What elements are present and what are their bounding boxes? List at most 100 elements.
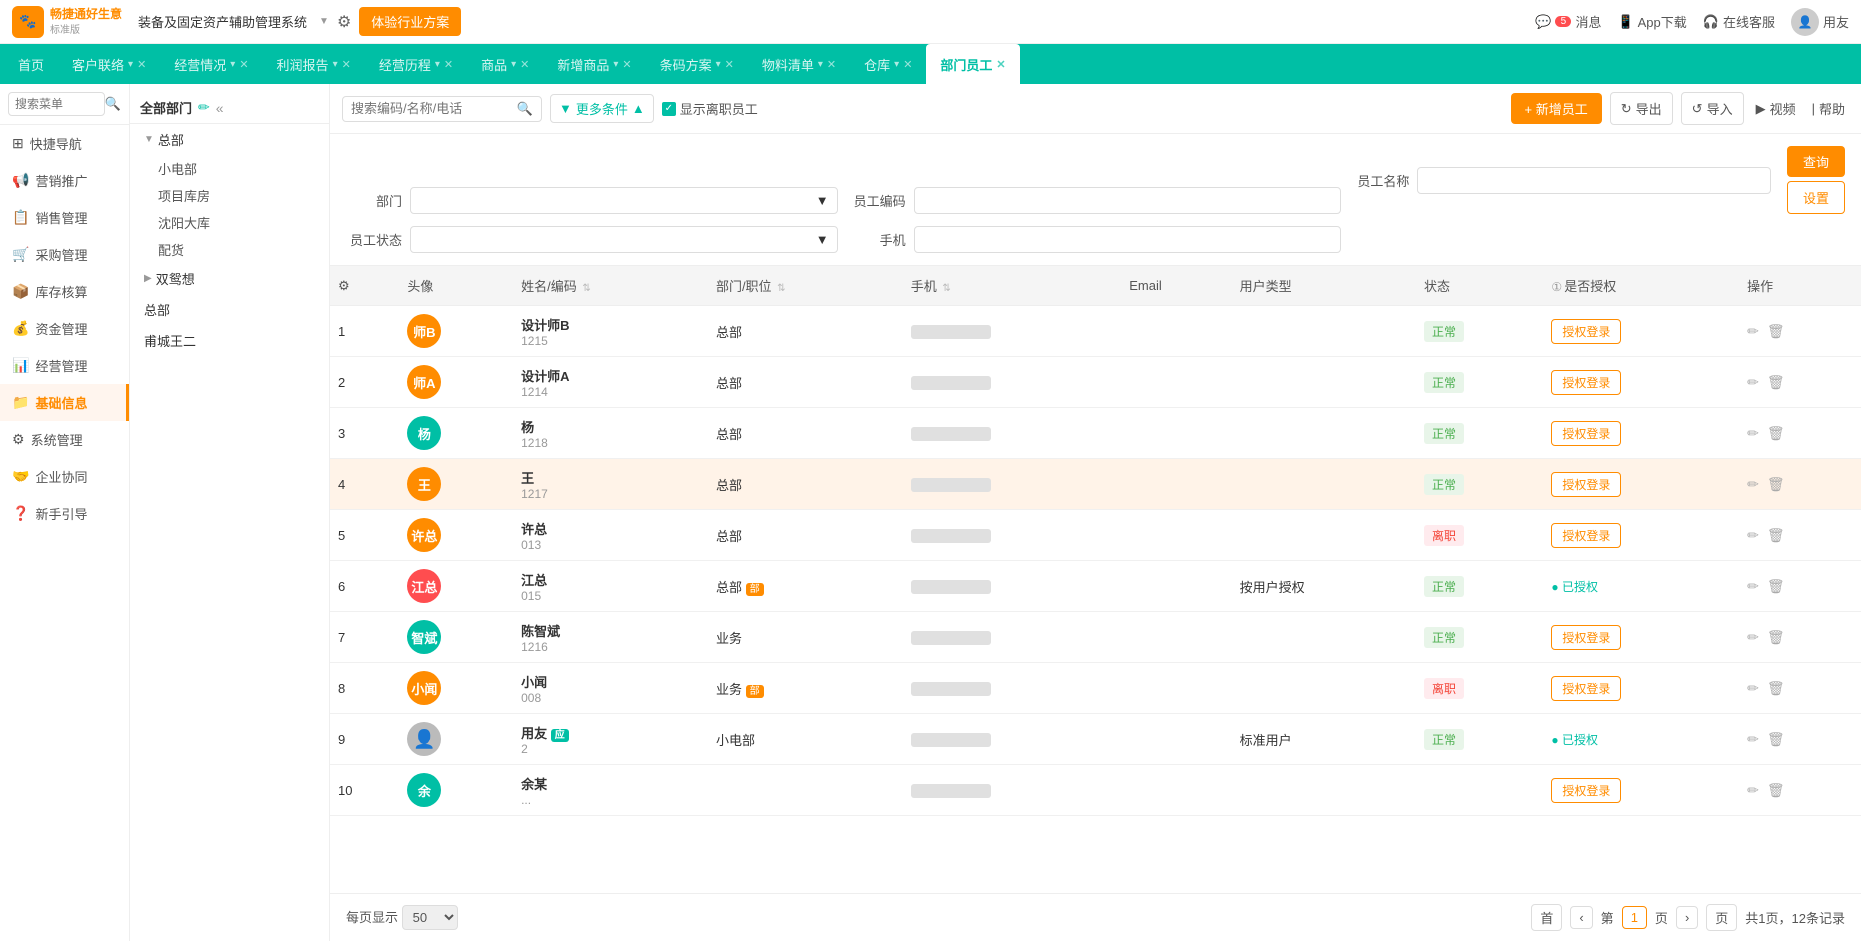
app-download-area[interactable]: 📱 App下载 (1617, 12, 1686, 31)
experience-btn[interactable]: 体验行业方案 (359, 7, 461, 36)
auth-button[interactable]: 授权登录 (1551, 625, 1621, 650)
system-dropdown-arrow[interactable]: ▼ (319, 16, 329, 27)
tab-history[interactable]: 经营历程 ▾ ✕ (365, 44, 467, 84)
dept-child-peihuo[interactable]: 配货 (130, 236, 329, 263)
tab-profit-close[interactable]: ✕ (342, 58, 351, 71)
edit-icon[interactable]: ✏ (1747, 374, 1759, 391)
edit-icon[interactable]: ✏ (1747, 578, 1759, 595)
sidebar-item-inventory[interactable]: 📦 库存核算 (0, 273, 129, 310)
delete-icon[interactable]: 🗑 (1767, 374, 1785, 391)
sidebar-item-collab[interactable]: 🤝 企业协同 (0, 458, 129, 495)
emp-code-input[interactable] (914, 187, 1342, 214)
tab-goods[interactable]: 商品 ▾ ✕ (467, 44, 543, 84)
status-select[interactable]: ▼ (410, 226, 838, 253)
view-button[interactable]: ▶ 视频 (1752, 93, 1800, 124)
auth-button[interactable]: 授权登录 (1551, 319, 1621, 344)
delete-icon[interactable]: 🗑 (1767, 629, 1785, 646)
show-resigned-checkbox[interactable]: ✓ (662, 102, 676, 116)
tab-department[interactable]: 部门员工 ✕ (926, 44, 1019, 84)
delete-icon[interactable]: 🗑 (1767, 527, 1785, 544)
sidebar-item-quick-nav[interactable]: ⊞ 快捷导航 (0, 125, 129, 162)
auth-button[interactable]: 授权登录 (1551, 676, 1621, 701)
edit-icon[interactable]: ✏ (1747, 782, 1759, 799)
page-next-btn[interactable]: › (1676, 906, 1698, 929)
dept-select[interactable]: ▼ (410, 187, 838, 214)
delete-icon[interactable]: 🗑 (1767, 578, 1785, 595)
sidebar-item-guide[interactable]: ❓ 新手引导 (0, 495, 129, 532)
edit-icon[interactable]: ✏ (1747, 476, 1759, 493)
tab-customer-close[interactable]: ✕ (137, 58, 146, 71)
page-first-btn[interactable]: 首 (1531, 904, 1562, 931)
tab-customer[interactable]: 客户联络 ▾ ✕ (58, 44, 160, 84)
user-area[interactable]: 👤 用友 (1791, 8, 1849, 36)
tab-new-goods-close[interactable]: ✕ (622, 58, 631, 71)
tab-material[interactable]: 物料清单 ▾ ✕ (748, 44, 850, 84)
settings-icon[interactable]: ⚙ (337, 12, 351, 32)
phone-input[interactable] (914, 226, 1342, 253)
delete-icon[interactable]: 🗑 (1767, 425, 1785, 442)
dept-child-shenyang[interactable]: 沈阳大库 (130, 209, 329, 236)
auth-button[interactable]: 授权登录 (1551, 778, 1621, 803)
auth-button[interactable]: 授权登录 (1551, 370, 1621, 395)
dept-edit-icon[interactable]: ✏ (198, 99, 210, 116)
sidebar-item-purchase[interactable]: 🛒 采购管理 (0, 236, 129, 273)
tab-barcode[interactable]: 条码方案 ▾ ✕ (646, 44, 748, 84)
dept-node-pucheng[interactable]: 甫城王二 (130, 325, 329, 356)
help-button[interactable]: | 帮助 (1808, 93, 1849, 124)
show-resigned-toggle[interactable]: ✓ 显示离职员工 (662, 99, 758, 118)
sidebar-item-finance[interactable]: 💰 资金管理 (0, 310, 129, 347)
tab-barcode-close[interactable]: ✕ (725, 58, 734, 71)
tab-department-close[interactable]: ✕ (996, 58, 1005, 71)
add-employee-button[interactable]: + 新增员工 (1511, 93, 1602, 124)
sidebar-item-basic[interactable]: 📁 基础信息 (0, 384, 129, 421)
edit-icon[interactable]: ✏ (1747, 425, 1759, 442)
edit-icon[interactable]: ✏ (1747, 527, 1759, 544)
tab-profit[interactable]: 利润报告 ▾ ✕ (263, 44, 365, 84)
col-settings[interactable]: ⚙ (330, 266, 399, 306)
col-dept[interactable]: 部门/职位 ⇅ (708, 266, 903, 306)
dept-node-zongbu[interactable]: ▼ 总部 (130, 124, 329, 155)
message-icon-area[interactable]: 💬 5 消息 (1535, 12, 1601, 31)
tab-home[interactable]: 首页 (4, 44, 58, 84)
tab-warehouse[interactable]: 仓库 ▾ ✕ (850, 44, 926, 84)
dept-child-xiaodian[interactable]: 小电部 (130, 155, 329, 182)
online-service-area[interactable]: 🎧 在线客服 (1703, 12, 1775, 31)
edit-icon[interactable]: ✏ (1747, 629, 1759, 646)
sidebar-item-system[interactable]: ⚙ 系统管理 (0, 421, 129, 458)
col-name[interactable]: 姓名/编码 ⇅ (513, 266, 708, 306)
delete-icon[interactable]: 🗑 (1767, 680, 1785, 697)
delete-icon[interactable]: 🗑 (1767, 731, 1785, 748)
delete-icon[interactable]: 🗑 (1767, 476, 1785, 493)
set-button[interactable]: 设置 (1787, 181, 1845, 214)
tab-history-close[interactable]: ✕ (444, 58, 453, 71)
tab-material-close[interactable]: ✕ (827, 58, 836, 71)
sidebar-item-operation[interactable]: 📊 经营管理 (0, 347, 129, 384)
tab-new-goods[interactable]: 新增商品 ▾ ✕ (543, 44, 645, 84)
dept-node-shuangyuan[interactable]: ▶ 双鸳想 (130, 263, 329, 294)
query-button[interactable]: 查询 (1787, 146, 1845, 177)
tab-warehouse-close[interactable]: ✕ (903, 58, 912, 71)
auth-button[interactable]: 授权登录 (1551, 472, 1621, 497)
edit-icon[interactable]: ✏ (1747, 680, 1759, 697)
edit-icon[interactable]: ✏ (1747, 731, 1759, 748)
edit-icon[interactable]: ✏ (1747, 323, 1759, 340)
col-phone[interactable]: 手机 ⇅ (903, 266, 1121, 306)
tab-business[interactable]: 经营情况 ▾ ✕ (160, 44, 262, 84)
delete-icon[interactable]: 🗑 (1767, 323, 1785, 340)
delete-icon[interactable]: 🗑 (1767, 782, 1785, 799)
dept-collapse-icon[interactable]: « (216, 100, 224, 116)
export-button[interactable]: ↻ 导出 (1610, 92, 1673, 125)
sidebar-item-marketing[interactable]: 📢 营销推广 (0, 162, 129, 199)
tab-goods-close[interactable]: ✕ (520, 58, 529, 71)
emp-name-input[interactable] (1417, 167, 1771, 194)
import-button[interactable]: ↺ 导入 (1681, 92, 1744, 125)
sidebar-search-input[interactable] (8, 92, 105, 116)
filter-search-input[interactable] (351, 101, 513, 116)
tab-business-close[interactable]: ✕ (239, 58, 248, 71)
page-last-btn[interactable]: 页 (1706, 904, 1737, 931)
sidebar-item-sales[interactable]: 📋 销售管理 (0, 199, 129, 236)
page-size-select[interactable]: 50 20 100 (402, 905, 458, 930)
dept-child-xiangmu[interactable]: 项目库房 (130, 182, 329, 209)
auth-button[interactable]: 授权登录 (1551, 421, 1621, 446)
page-prev-btn[interactable]: ‹ (1570, 906, 1592, 929)
